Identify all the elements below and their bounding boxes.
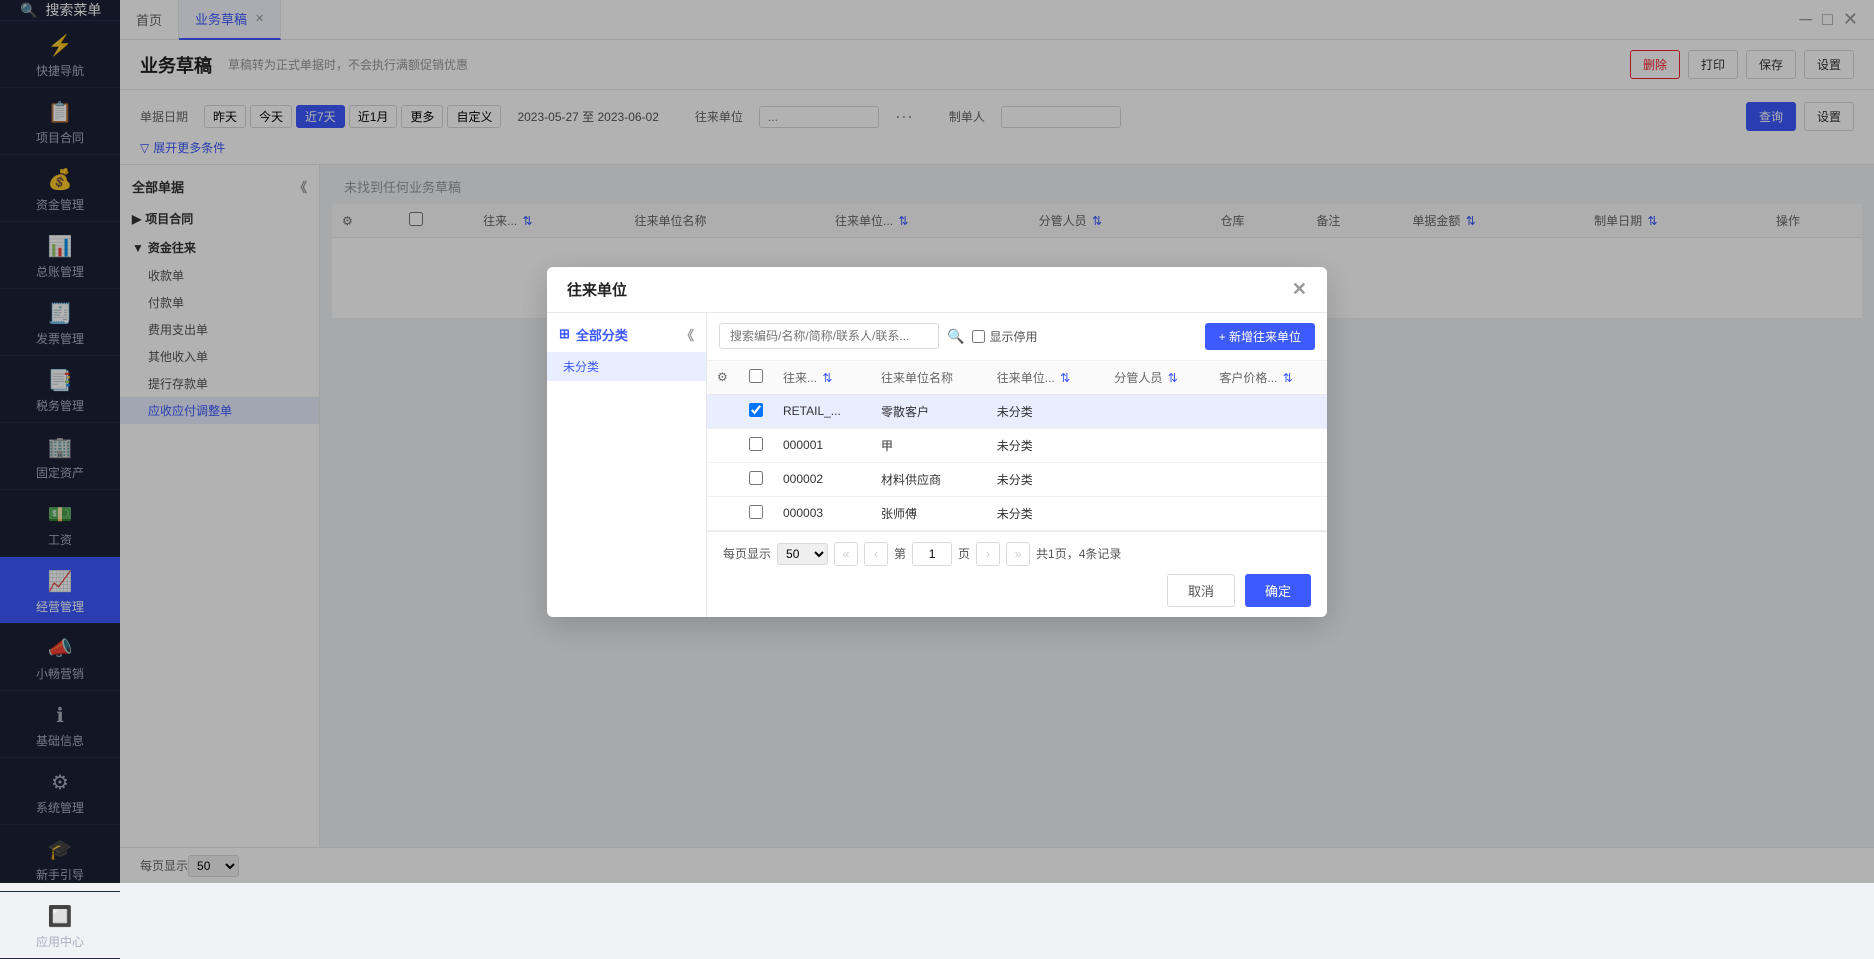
row-manager xyxy=(1104,462,1209,496)
row-category: 未分类 xyxy=(987,428,1105,462)
row-code: 000002 xyxy=(773,462,871,496)
confirm-button[interactable]: 确定 xyxy=(1245,574,1311,607)
dialog-action-btns: 取消 确定 xyxy=(723,574,1311,607)
current-page-input[interactable] xyxy=(912,542,952,566)
dialog-table-row[interactable]: RETAIL_... 零散客户 未分类 xyxy=(707,394,1327,428)
dialog-table-header: ⚙ 往来... ⇅ 往来单位名称 往来单位... ⇅ 分管人员 ⇅ 客户价格..… xyxy=(707,361,1327,395)
total-records: 共1页，4条记录 xyxy=(1036,545,1121,562)
dialog-left-panel: ⊞ 全部分类 《 未分类 xyxy=(547,313,707,617)
sidebar-item-apps[interactable]: 🔲 应用中心 xyxy=(0,892,120,959)
row-code: 000001 xyxy=(773,428,871,462)
row-select-checkbox[interactable] xyxy=(749,403,763,417)
row-price xyxy=(1209,462,1327,496)
show-disabled-checkbox-label[interactable]: 显示停用 xyxy=(972,328,1037,345)
row-settings xyxy=(707,394,739,428)
next-page-button[interactable]: › xyxy=(976,542,1000,566)
page-label-before: 第 xyxy=(894,545,906,562)
dialog-settings-col: ⚙ xyxy=(707,361,739,395)
modal-overlay: 往来单位 ✕ ⊞ 全部分类 《 未分类 🔍 xyxy=(0,0,1874,883)
settings-icon[interactable]: ⚙ xyxy=(717,370,728,384)
row-name: 甲 xyxy=(871,428,987,462)
grid-icon: ⊞ xyxy=(559,326,570,342)
row-select-checkbox[interactable] xyxy=(749,505,763,519)
row-name: 张师傅 xyxy=(871,496,987,530)
search-icon[interactable]: 🔍 xyxy=(947,328,964,345)
dialog-close-icon[interactable]: ✕ xyxy=(1292,279,1307,300)
dialog-search-input[interactable] xyxy=(719,323,939,349)
row-checkbox[interactable] xyxy=(739,496,773,530)
category-header-label: 全部分类 xyxy=(576,325,628,344)
row-manager xyxy=(1104,496,1209,530)
row-manager xyxy=(1104,394,1209,428)
show-disabled-checkbox[interactable] xyxy=(972,330,985,343)
row-category: 未分类 xyxy=(987,462,1105,496)
dialog-col-code: 往来... ⇅ xyxy=(773,361,871,395)
dialog-body: ⊞ 全部分类 《 未分类 🔍 显示停用 + 新 xyxy=(547,313,1327,617)
dialog-select-all[interactable] xyxy=(749,369,763,383)
row-price xyxy=(1209,394,1327,428)
add-partner-button[interactable]: + 新增往来单位 xyxy=(1205,323,1315,350)
dialog-table-wrap: ⚙ 往来... ⇅ 往来单位名称 往来单位... ⇅ 分管人员 ⇅ 客户价格..… xyxy=(707,361,1327,531)
row-price xyxy=(1209,496,1327,530)
dialog-table-row[interactable]: 000003 张师傅 未分类 xyxy=(707,496,1327,530)
row-checkbox[interactable] xyxy=(739,394,773,428)
row-code: RETAIL_... xyxy=(773,394,871,428)
row-category: 未分类 xyxy=(987,394,1105,428)
dialog-right-panel: 🔍 显示停用 + 新增往来单位 ⚙ 往来... ⇅ xyxy=(707,313,1327,617)
dialog-col-name: 往来单位名称 xyxy=(871,361,987,395)
row-select-checkbox[interactable] xyxy=(749,437,763,451)
row-name: 材料供应商 xyxy=(871,462,987,496)
dialog-pagination: 每页显示 50 100 « ‹ 第 页 › » 共1页，4条记录 xyxy=(723,542,1311,566)
dialog-往来单位: 往来单位 ✕ ⊞ 全部分类 《 未分类 🔍 xyxy=(547,267,1327,617)
apps-icon: 🔲 xyxy=(48,904,73,929)
dialog-per-page-select[interactable]: 50 100 xyxy=(777,543,828,565)
row-checkbox[interactable] xyxy=(739,428,773,462)
prev-page-button[interactable]: ‹ xyxy=(864,542,888,566)
row-checkbox[interactable] xyxy=(739,462,773,496)
row-code: 000003 xyxy=(773,496,871,530)
page-label-after: 页 xyxy=(958,545,970,562)
first-page-button[interactable]: « xyxy=(834,542,858,566)
row-name: 零散客户 xyxy=(871,394,987,428)
row-price xyxy=(1209,428,1327,462)
cancel-button[interactable]: 取消 xyxy=(1167,574,1235,607)
dialog-col-pricelevel: 客户价格... ⇅ xyxy=(1209,361,1327,395)
row-settings xyxy=(707,496,739,530)
sidebar-item-label: 应用中心 xyxy=(36,933,84,950)
dialog-search-bar: 🔍 显示停用 + 新增往来单位 xyxy=(707,313,1327,361)
dialog-table-row[interactable]: 000002 材料供应商 未分类 xyxy=(707,462,1327,496)
dialog-category-header[interactable]: ⊞ 全部分类 《 xyxy=(547,325,706,352)
row-settings xyxy=(707,462,739,496)
row-select-checkbox[interactable] xyxy=(749,471,763,485)
row-manager xyxy=(1104,428,1209,462)
dialog-col-manager: 分管人员 ⇅ xyxy=(1104,361,1209,395)
dialog-table-row[interactable]: 000001 甲 未分类 xyxy=(707,428,1327,462)
dialog-category-item-uncategorized[interactable]: 未分类 xyxy=(547,352,706,381)
dialog-title: 往来单位 xyxy=(567,279,627,300)
per-page-label: 每页显示 xyxy=(723,545,771,562)
dialog-col-category: 往来单位... ⇅ xyxy=(987,361,1105,395)
dialog-header: 往来单位 ✕ xyxy=(547,267,1327,313)
row-category: 未分类 xyxy=(987,496,1105,530)
row-settings xyxy=(707,428,739,462)
dialog-table: ⚙ 往来... ⇅ 往来单位名称 往来单位... ⇅ 分管人员 ⇅ 客户价格..… xyxy=(707,361,1327,531)
dialog-collapse-icon[interactable]: 《 xyxy=(681,325,694,344)
dialog-checkbox-col xyxy=(739,361,773,395)
dialog-footer: 每页显示 50 100 « ‹ 第 页 › » 共1页，4条记录 xyxy=(707,531,1327,617)
last-page-button[interactable]: » xyxy=(1006,542,1030,566)
